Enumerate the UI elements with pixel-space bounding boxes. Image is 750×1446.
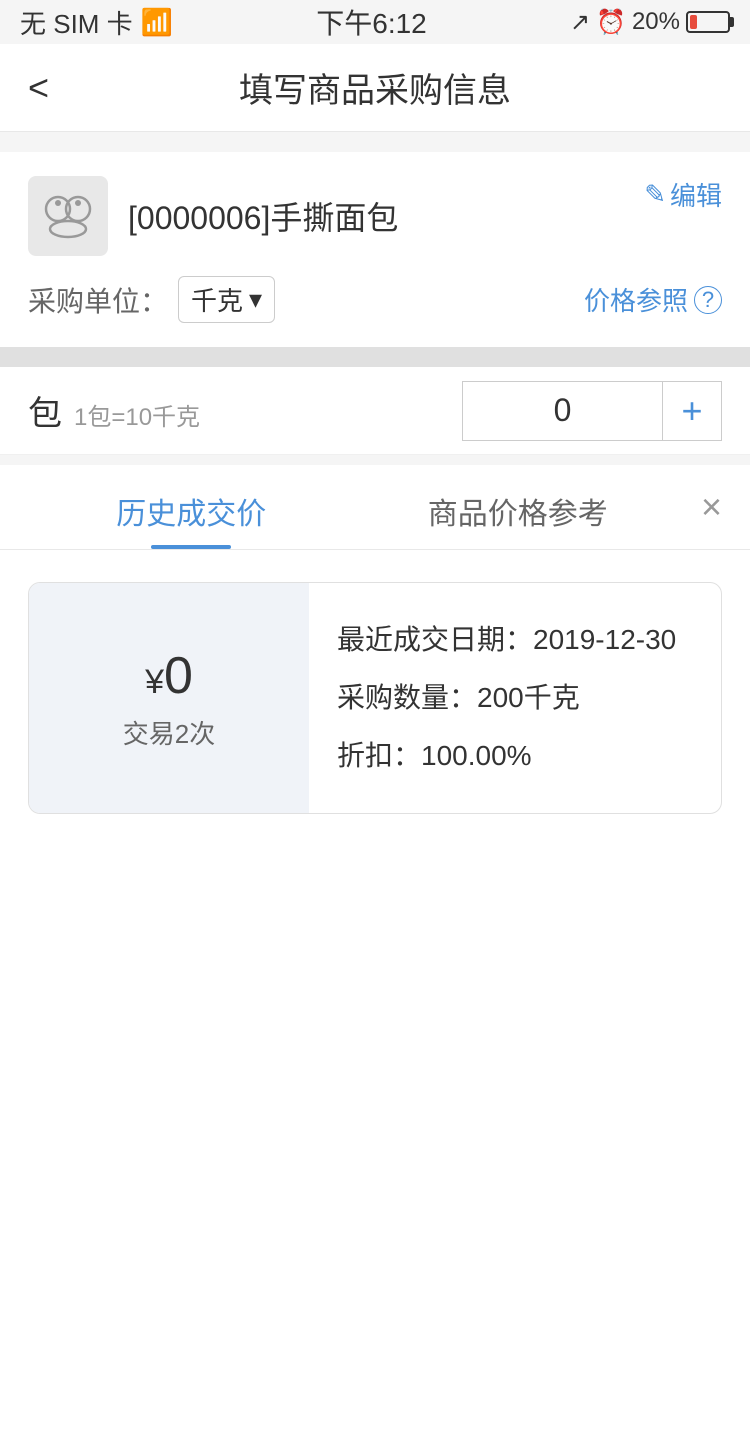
bottom-area: [0, 846, 750, 1446]
history-price-display: ¥0: [145, 646, 193, 706]
unit-value: 千克: [191, 281, 243, 318]
date-label: 最近成交日期：: [337, 624, 533, 655]
price-value: 0: [164, 647, 193, 705]
quantity-plus-button[interactable]: +: [662, 381, 722, 441]
price-ref-label: 价格参照: [584, 281, 688, 318]
back-button[interactable]: <: [28, 67, 49, 109]
quantity-input[interactable]: 0: [462, 381, 662, 441]
tab-price-reference[interactable]: 商品价格参考: [354, 465, 680, 549]
tab-price-ref-label: 商品价格参考: [428, 489, 608, 533]
history-price-section: ¥0 交易2次: [29, 583, 309, 813]
location-icon: ↗: [570, 8, 590, 37]
dropdown-icon: ▾: [249, 284, 262, 315]
history-card: ¥0 交易2次 最近成交日期：2019-12-30 采购数量：200千克 折扣：…: [28, 582, 722, 814]
history-details-section: 最近成交日期：2019-12-30 采购数量：200千克 折扣：100.00%: [309, 583, 721, 813]
product-unit-row: 采购单位： 千克 ▾ 价格参照 ?: [28, 276, 722, 323]
status-right: ↗ ⏰ 20%: [570, 8, 730, 37]
discount-value: 100.00%: [421, 740, 532, 771]
product-thumbnail: [28, 176, 108, 256]
qty-row: 采购数量：200千克: [337, 677, 693, 719]
discount-label: 折扣：: [337, 740, 421, 771]
product-header: [0000006]手撕面包 ✎ 编辑: [28, 176, 722, 256]
battery-fill: [690, 15, 697, 29]
date-row: 最近成交日期：2019-12-30: [337, 619, 693, 661]
quantity-unit-label: 包: [28, 386, 62, 435]
help-icon: ?: [694, 286, 722, 314]
battery-icon: [686, 11, 730, 33]
edit-icon: ✎: [644, 179, 666, 210]
wifi-icon: 📶: [141, 7, 173, 38]
trades-count: 交易2次: [123, 714, 215, 751]
nav-bar: < 填写商品采购信息: [0, 44, 750, 132]
alarm-icon: ⏰: [596, 8, 626, 37]
price-ref-button[interactable]: 价格参照 ?: [584, 281, 722, 318]
tab-active-indicator: [151, 545, 231, 549]
edit-button[interactable]: ✎ 编辑: [644, 176, 722, 213]
currency-symbol: ¥: [145, 663, 164, 701]
status-left: 无 SIM 卡 📶: [20, 4, 173, 41]
status-bar: 无 SIM 卡 📶 下午6:12 ↗ ⏰ 20%: [0, 0, 750, 44]
product-left: [0000006]手撕面包: [28, 176, 398, 256]
section-divider: [0, 347, 750, 367]
tabs-header: 历史成交价 商品价格参考 ×: [0, 465, 750, 550]
tab-content-area: ¥0 交易2次 最近成交日期：2019-12-30 采购数量：200千克 折扣：…: [0, 550, 750, 846]
back-icon: <: [28, 67, 49, 108]
quantity-label-group: 包 1包=10千克: [28, 386, 200, 435]
tab-history-price[interactable]: 历史成交价: [28, 465, 354, 549]
quantity-sub-label: 1包=10千克: [74, 397, 200, 432]
status-time: 下午6:12: [316, 2, 427, 42]
battery-percent: 20%: [632, 8, 680, 36]
plus-icon: +: [681, 390, 702, 432]
unit-select[interactable]: 千克 ▾: [178, 276, 275, 323]
qty-label: 采购数量：: [337, 682, 477, 713]
discount-row: 折扣：100.00%: [337, 735, 693, 777]
date-value: 2019-12-30: [533, 624, 676, 655]
unit-label: 采购单位：: [28, 280, 168, 320]
no-sim-text: 无 SIM 卡: [20, 4, 133, 41]
product-card: [0000006]手撕面包 ✎ 编辑 采购单位： 千克 ▾ 价格参照 ?: [0, 152, 750, 347]
quantity-value: 0: [554, 392, 572, 429]
tabs-panel: 历史成交价 商品价格参考 × ¥0 交易2次 最近成交日期：2019-12-30: [0, 465, 750, 846]
tabs-close-button[interactable]: ×: [681, 466, 722, 548]
edit-label: 编辑: [670, 176, 722, 213]
qty-value: 200千克: [477, 682, 580, 713]
product-name: [0000006]手撕面包: [128, 193, 398, 239]
quantity-controls: 0 +: [462, 381, 722, 441]
page-title: 填写商品采购信息: [239, 63, 511, 112]
quantity-row: 包 1包=10千克 0 +: [0, 367, 750, 455]
close-icon: ×: [701, 486, 722, 527]
tab-history-label: 历史成交价: [116, 489, 266, 533]
